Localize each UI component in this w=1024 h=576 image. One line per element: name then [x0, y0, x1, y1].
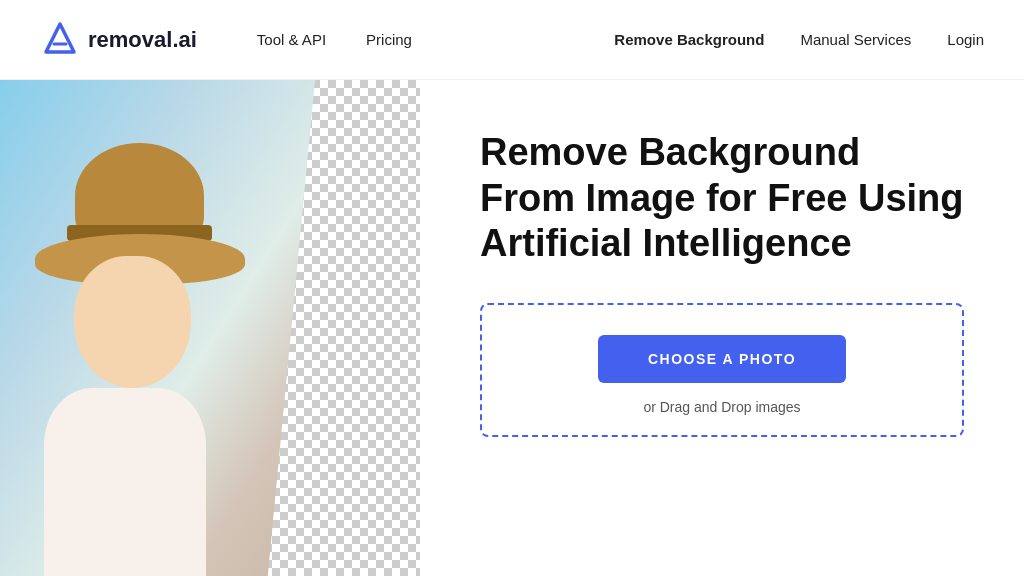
face — [74, 256, 192, 388]
left-navigation: Tool & API Pricing — [257, 31, 615, 48]
choose-photo-button[interactable]: CHOOSE A PHOTO — [598, 335, 846, 383]
upload-dropzone[interactable]: CHOOSE A PHOTO or Drag and Drop images — [480, 303, 964, 437]
drag-drop-label: or Drag and Drop images — [643, 399, 800, 415]
hero-content: Remove Background From Image for Free Us… — [420, 80, 1024, 576]
hero-title: Remove Background From Image for Free Us… — [480, 130, 964, 267]
logo-icon — [40, 20, 80, 60]
nav-tool-api[interactable]: Tool & API — [257, 31, 326, 48]
main-content: Remove Background From Image for Free Us… — [0, 80, 1024, 576]
site-header: removal.ai Tool & API Pricing Remove Bac… — [0, 0, 1024, 80]
person-overlay — [0, 105, 294, 576]
logo-text: removal.ai — [88, 27, 197, 53]
nav-pricing[interactable]: Pricing — [366, 31, 412, 48]
logo-link[interactable]: removal.ai — [40, 20, 197, 60]
nav-login[interactable]: Login — [947, 31, 984, 48]
nav-remove-background[interactable]: Remove Background — [614, 31, 764, 48]
hero-image-container — [0, 80, 420, 576]
right-navigation: Remove Background Manual Services Login — [614, 31, 984, 48]
nav-manual-services[interactable]: Manual Services — [800, 31, 911, 48]
body — [44, 388, 206, 576]
